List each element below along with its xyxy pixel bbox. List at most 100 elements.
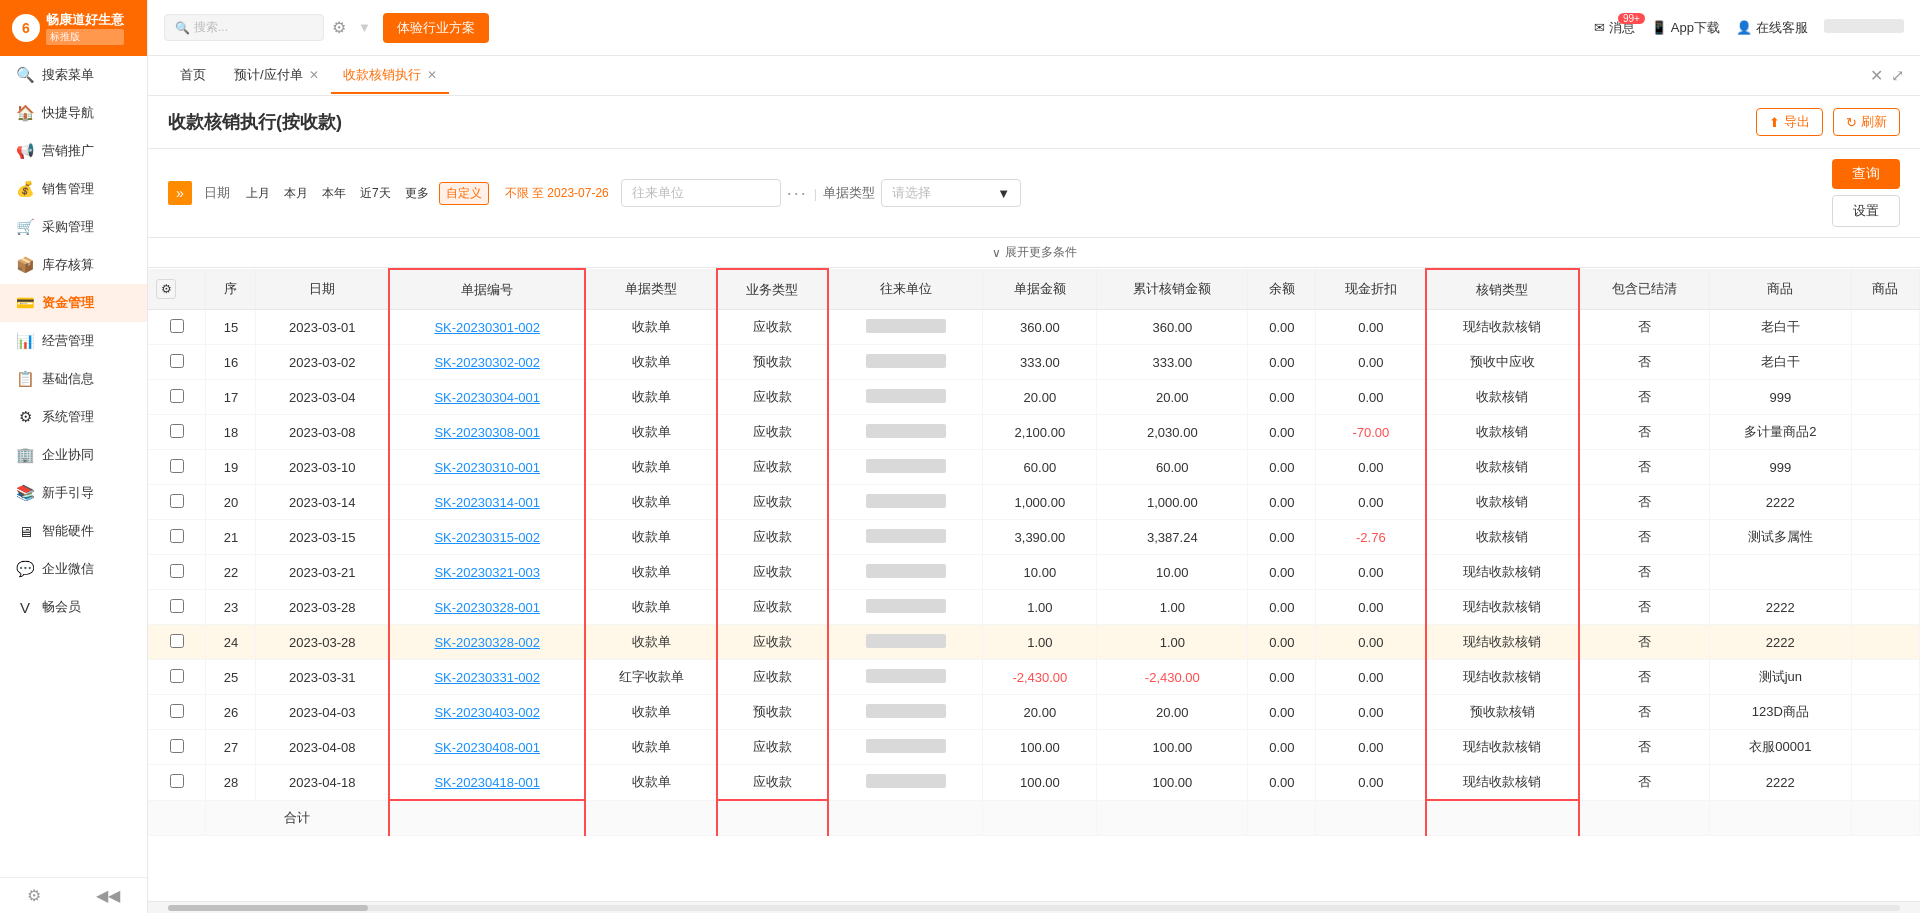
refresh-button[interactable]: ↻ 刷新 [1833,108,1900,136]
sidebar-item-hardware[interactable]: 🖥 智能硬件 [0,512,147,550]
billno-link-3[interactable]: SK-20230308-001 [434,425,540,440]
row-checkbox-9[interactable] [170,634,184,648]
table-container[interactable]: ⚙ 序 日期 单据编号 单据类型 业务类型 往来单位 单据金额 累计核销金额 余… [148,268,1920,901]
row-checkbox-0[interactable] [170,319,184,333]
row-checkbox-4[interactable] [170,459,184,473]
row-checkbox-6[interactable] [170,529,184,543]
date-custom[interactable]: 自定义 [439,182,489,205]
settings-button[interactable]: 设置 [1832,195,1900,227]
cell-billtype-9: 收款单 [585,625,717,660]
row-checkbox-13[interactable] [170,774,184,788]
scroll-thumb[interactable] [168,905,368,911]
cell-settings-3[interactable] [148,415,206,450]
billno-link-10[interactable]: SK-20230331-002 [434,670,540,685]
row-checkbox-2[interactable] [170,389,184,403]
cell-settings-6[interactable] [148,520,206,555]
sidebar-item-search[interactable]: 🔍 搜索菜单 [0,56,147,94]
tab-payable-close[interactable]: ✕ [309,68,319,82]
header-left: 🔍 搜索... ⚙ ▼ 体验行业方案 [164,13,1582,43]
billno-link-9[interactable]: SK-20230328-002 [434,635,540,650]
row-checkbox-8[interactable] [170,599,184,613]
filter-dots[interactable]: ··· [787,183,808,204]
header-search-bar[interactable]: 🔍 搜索... [164,14,324,41]
cell-settings-11[interactable] [148,695,206,730]
expand-more-button[interactable]: ∨ 展开更多条件 [992,244,1077,261]
online-service-button[interactable]: 👤 在线客服 [1736,19,1808,37]
sidebar-item-inventory[interactable]: 📦 库存核算 [0,246,147,284]
query-button[interactable]: 查询 [1832,159,1900,189]
sidebar-item-purchase[interactable]: 🛒 采购管理 [0,208,147,246]
date-7days[interactable]: 近7天 [356,183,395,204]
billno-link-11[interactable]: SK-20230403-002 [434,705,540,720]
tab-collection[interactable]: 收款核销执行 ✕ [331,58,449,94]
billno-link-6[interactable]: SK-20230315-002 [434,530,540,545]
sidebar-item-operation[interactable]: 📊 经营管理 [0,322,147,360]
cell-settings-4[interactable] [148,450,206,485]
export-button[interactable]: ⬆ 导出 [1756,108,1823,136]
tab-home[interactable]: 首页 [164,58,222,94]
sidebar-item-basic[interactable]: 📋 基础信息 [0,360,147,398]
date-this-year[interactable]: 本年 [318,183,350,204]
billno-link-8[interactable]: SK-20230328-001 [434,600,540,615]
cell-settings-2[interactable] [148,380,206,415]
cell-billno-0: SK-20230301-002 [389,310,585,345]
cell-settings-8[interactable] [148,590,206,625]
sidebar-item-wechat[interactable]: 💬 企业微信 [0,550,147,588]
settings-icon[interactable]: ⚙ [332,18,346,37]
row-checkbox-7[interactable] [170,564,184,578]
tab-bar-close-icon[interactable]: ✕ [1870,66,1883,85]
tab-bar-actions: ✕ ⤢ [1870,66,1904,85]
sidebar-item-guide[interactable]: 📚 新手引导 [0,474,147,512]
app-download-button[interactable]: 📱 App下载 [1651,19,1720,37]
cell-unit-6 [828,520,983,555]
row-checkbox-10[interactable] [170,669,184,683]
messages-button[interactable]: ✉ 消息 99+ [1594,19,1635,37]
date-more[interactable]: 更多 [401,183,433,204]
scroll-track[interactable] [168,905,1900,911]
settings-bottom-icon[interactable]: ⚙ [27,886,41,905]
billno-link-5[interactable]: SK-20230314-001 [434,495,540,510]
tab-payable[interactable]: 预计/应付单 ✕ [222,58,331,94]
sidebar-item-marketing[interactable]: 📢 营销推广 [0,132,147,170]
user-info[interactable] [1824,19,1904,36]
cell-settings-7[interactable] [148,555,206,590]
row-checkbox-11[interactable] [170,704,184,718]
billno-link-0[interactable]: SK-20230301-002 [434,320,540,335]
row-checkbox-1[interactable] [170,354,184,368]
row-checkbox-3[interactable] [170,424,184,438]
cell-settings-9[interactable] [148,625,206,660]
cell-settings-5[interactable] [148,485,206,520]
sidebar-item-system[interactable]: ⚙ 系统管理 [0,398,147,436]
row-checkbox-5[interactable] [170,494,184,508]
col-writeoff-header: 累计核销金额 [1097,269,1248,310]
billno-link-13[interactable]: SK-20230418-001 [434,775,540,790]
solution-button[interactable]: 体验行业方案 [383,13,489,43]
date-prev-month[interactable]: 上月 [242,183,274,204]
billno-link-1[interactable]: SK-20230302-002 [434,355,540,370]
date-this-month[interactable]: 本月 [280,183,312,204]
sidebar-item-shortcut[interactable]: 🏠 快捷导航 [0,94,147,132]
filter-type-select[interactable]: 请选择 ▼ [881,179,1021,207]
sidebar-item-finance[interactable]: 💳 资金管理 [0,284,147,322]
tab-bar-expand-icon[interactable]: ⤢ [1891,66,1904,85]
tab-collection-close[interactable]: ✕ [427,68,437,82]
billno-link-4[interactable]: SK-20230310-001 [434,460,540,475]
collapse-icon[interactable]: ◀◀ [96,886,120,905]
cell-settings-13[interactable] [148,765,206,801]
billno-link-2[interactable]: SK-20230304-001 [434,390,540,405]
cell-settings-1[interactable] [148,345,206,380]
billno-link-12[interactable]: SK-20230408-001 [434,740,540,755]
sidebar-item-member[interactable]: V 畅会员 [0,588,147,626]
unit-input[interactable]: 往来单位 [621,179,781,207]
filter-toggle-button[interactable]: » [168,181,192,205]
cell-settings-0[interactable] [148,310,206,345]
column-settings-icon[interactable]: ⚙ [156,279,176,299]
cell-settings-12[interactable] [148,730,206,765]
cell-billtype-10: 红字收款单 [585,660,717,695]
billno-link-7[interactable]: SK-20230321-003 [434,565,540,580]
sidebar-item-corp[interactable]: 🏢 企业协同 [0,436,147,474]
cell-settings-10[interactable] [148,660,206,695]
sidebar-item-sales[interactable]: 💰 销售管理 [0,170,147,208]
row-checkbox-12[interactable] [170,739,184,753]
col-settings-header[interactable]: ⚙ [148,269,206,310]
